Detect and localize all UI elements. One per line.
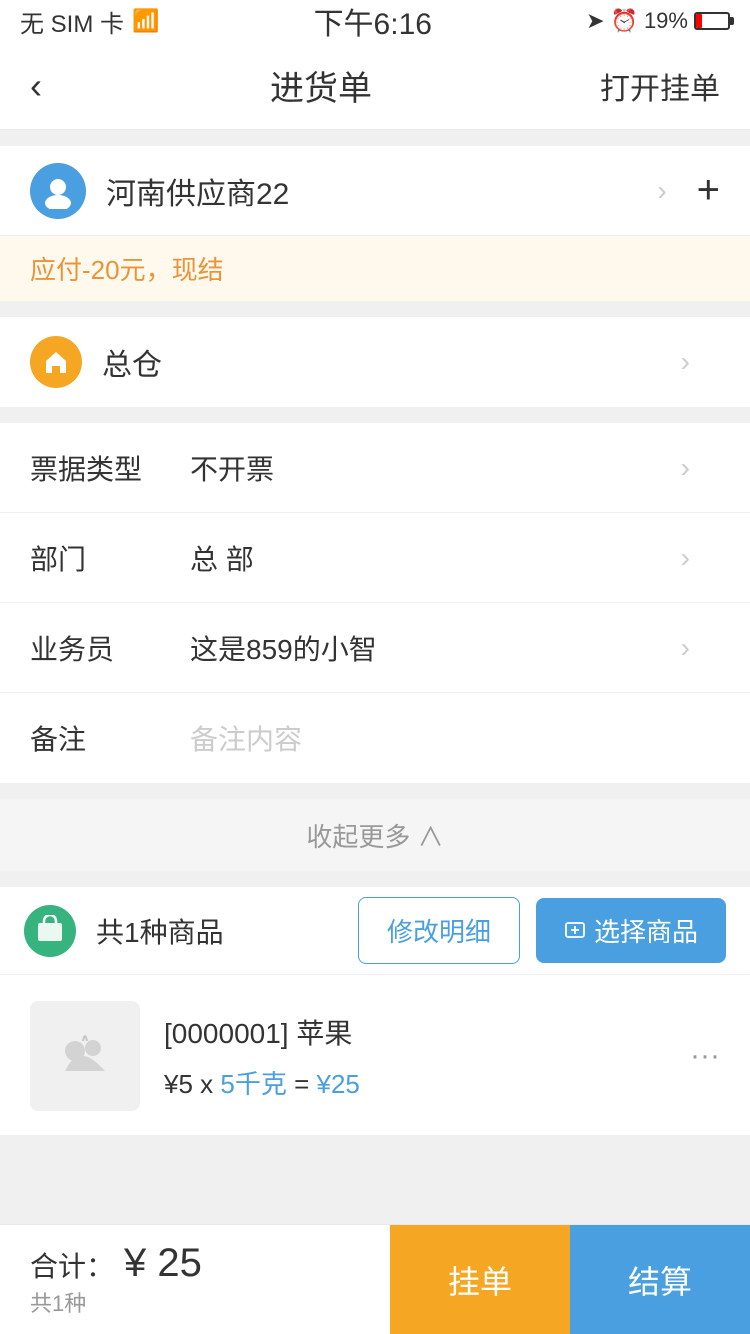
spacer	[0, 130, 750, 146]
cart-icon	[34, 915, 66, 947]
remark-label: 备注	[30, 718, 170, 758]
battery-icon	[694, 12, 730, 30]
supplier-row[interactable]: 河南供应商22 › +	[0, 146, 750, 236]
page-title: 进货单	[270, 61, 372, 110]
more-button[interactable]: ···	[670, 1039, 720, 1073]
products-icon	[24, 905, 76, 957]
warehouse-icon	[30, 336, 82, 388]
product-name: [0000001] 苹果	[164, 1012, 670, 1052]
price-equals: =	[287, 1069, 317, 1099]
status-left: 无 SIM 卡 📶	[20, 4, 159, 39]
home-icon	[41, 347, 71, 377]
warehouse-chevron-icon: ›	[681, 346, 690, 378]
wifi-icon: 📶	[132, 8, 159, 34]
sales-row[interactable]: 业务员 这是859的小智 ›	[0, 603, 750, 693]
dept-value: 总 部	[170, 538, 681, 578]
alarm-icon: ⏰	[611, 8, 638, 34]
invoice-label: 票据类型	[30, 448, 170, 488]
total-sub: 共1种	[30, 1286, 360, 1318]
product-title: 苹果	[296, 1018, 352, 1049]
product-thumbnail	[30, 1001, 140, 1111]
dept-label: 部门	[30, 538, 170, 578]
status-right: ➤ ⏰ 19%	[586, 8, 730, 34]
product-info: [0000001] 苹果 ¥5 x 5千克 = ¥25	[164, 1012, 670, 1101]
select-product-label: 选择商品	[594, 912, 698, 949]
invoice-row[interactable]: 票据类型 不开票 ›	[0, 423, 750, 513]
product-price: ¥5 x 5千克 = ¥25	[164, 1064, 670, 1101]
location-icon: ➤	[586, 8, 604, 34]
form-section: 票据类型 不开票 › 部门 总 部 › 业务员 这是859的小智 › 备注 备注…	[0, 423, 750, 783]
sales-label: 业务员	[30, 628, 170, 668]
product-image-icon	[55, 1026, 115, 1086]
select-product-button[interactable]: 选择商品	[536, 898, 726, 963]
total-label: 合计：	[30, 1245, 114, 1285]
footer: 合计： ¥ 25 共1种 挂单 结算	[0, 1224, 750, 1334]
battery-label: 19%	[644, 8, 688, 34]
dept-chevron-icon: ›	[681, 542, 690, 574]
settle-button[interactable]: 结算	[570, 1225, 750, 1334]
edit-details-button[interactable]: 修改明细	[358, 897, 520, 964]
sales-chevron-icon: ›	[681, 632, 690, 664]
invoice-chevron-icon: ›	[681, 452, 690, 484]
open-pending-button[interactable]: 打开挂单	[600, 64, 720, 108]
product-qty: 5千克	[220, 1069, 286, 1099]
select-product-icon	[564, 920, 586, 942]
products-count: 共1种商品	[96, 911, 358, 951]
warehouse-name: 总仓	[102, 340, 681, 384]
sales-value: 这是859的小智	[170, 628, 681, 668]
status-time: 下午6:16	[314, 0, 432, 43]
person-icon	[40, 173, 76, 209]
carrier-label: 无 SIM 卡	[20, 4, 124, 39]
add-button[interactable]: +	[697, 168, 720, 213]
total-amount: ¥ 25	[124, 1241, 202, 1286]
nav-bar: ‹ 进货单 打开挂单	[0, 42, 750, 130]
chevron-right-icon: ›	[657, 175, 666, 207]
warehouse-row[interactable]: 总仓 ›	[0, 317, 750, 407]
warning-bar: 应付-20元，现结	[0, 236, 750, 301]
supplier-section: 河南供应商22 › + 应付-20元，现结	[0, 146, 750, 301]
products-section: 共1种商品 修改明细 选择商品 [0000001] 苹果	[0, 887, 750, 1135]
footer-total: 合计： ¥ 25 共1种	[0, 1241, 390, 1318]
product-code: [0000001]	[164, 1018, 296, 1049]
back-button[interactable]: ‹	[30, 65, 42, 107]
product-total: ¥25	[316, 1069, 359, 1099]
collapse-label: 收起更多 ∧	[306, 817, 443, 854]
warehouse-section[interactable]: 总仓 ›	[0, 317, 750, 407]
remark-row[interactable]: 备注 备注内容	[0, 693, 750, 783]
collapse-bar[interactable]: 收起更多 ∧	[0, 799, 750, 871]
remark-input[interactable]: 备注内容	[170, 718, 720, 758]
dept-row[interactable]: 部门 总 部 ›	[0, 513, 750, 603]
products-header: 共1种商品 修改明细 选择商品	[0, 887, 750, 975]
supplier-name: 河南供应商22	[106, 169, 657, 213]
invoice-value: 不开票	[170, 448, 681, 488]
status-bar: 无 SIM 卡 📶 下午6:16 ➤ ⏰ 19%	[0, 0, 750, 42]
supplier-avatar	[30, 163, 86, 219]
price-per-unit: ¥5 x	[164, 1069, 220, 1099]
total-label-row: 合计： ¥ 25	[30, 1241, 360, 1286]
hang-button[interactable]: 挂单	[390, 1225, 570, 1334]
product-item: [0000001] 苹果 ¥5 x 5千克 = ¥25 ···	[0, 977, 750, 1135]
